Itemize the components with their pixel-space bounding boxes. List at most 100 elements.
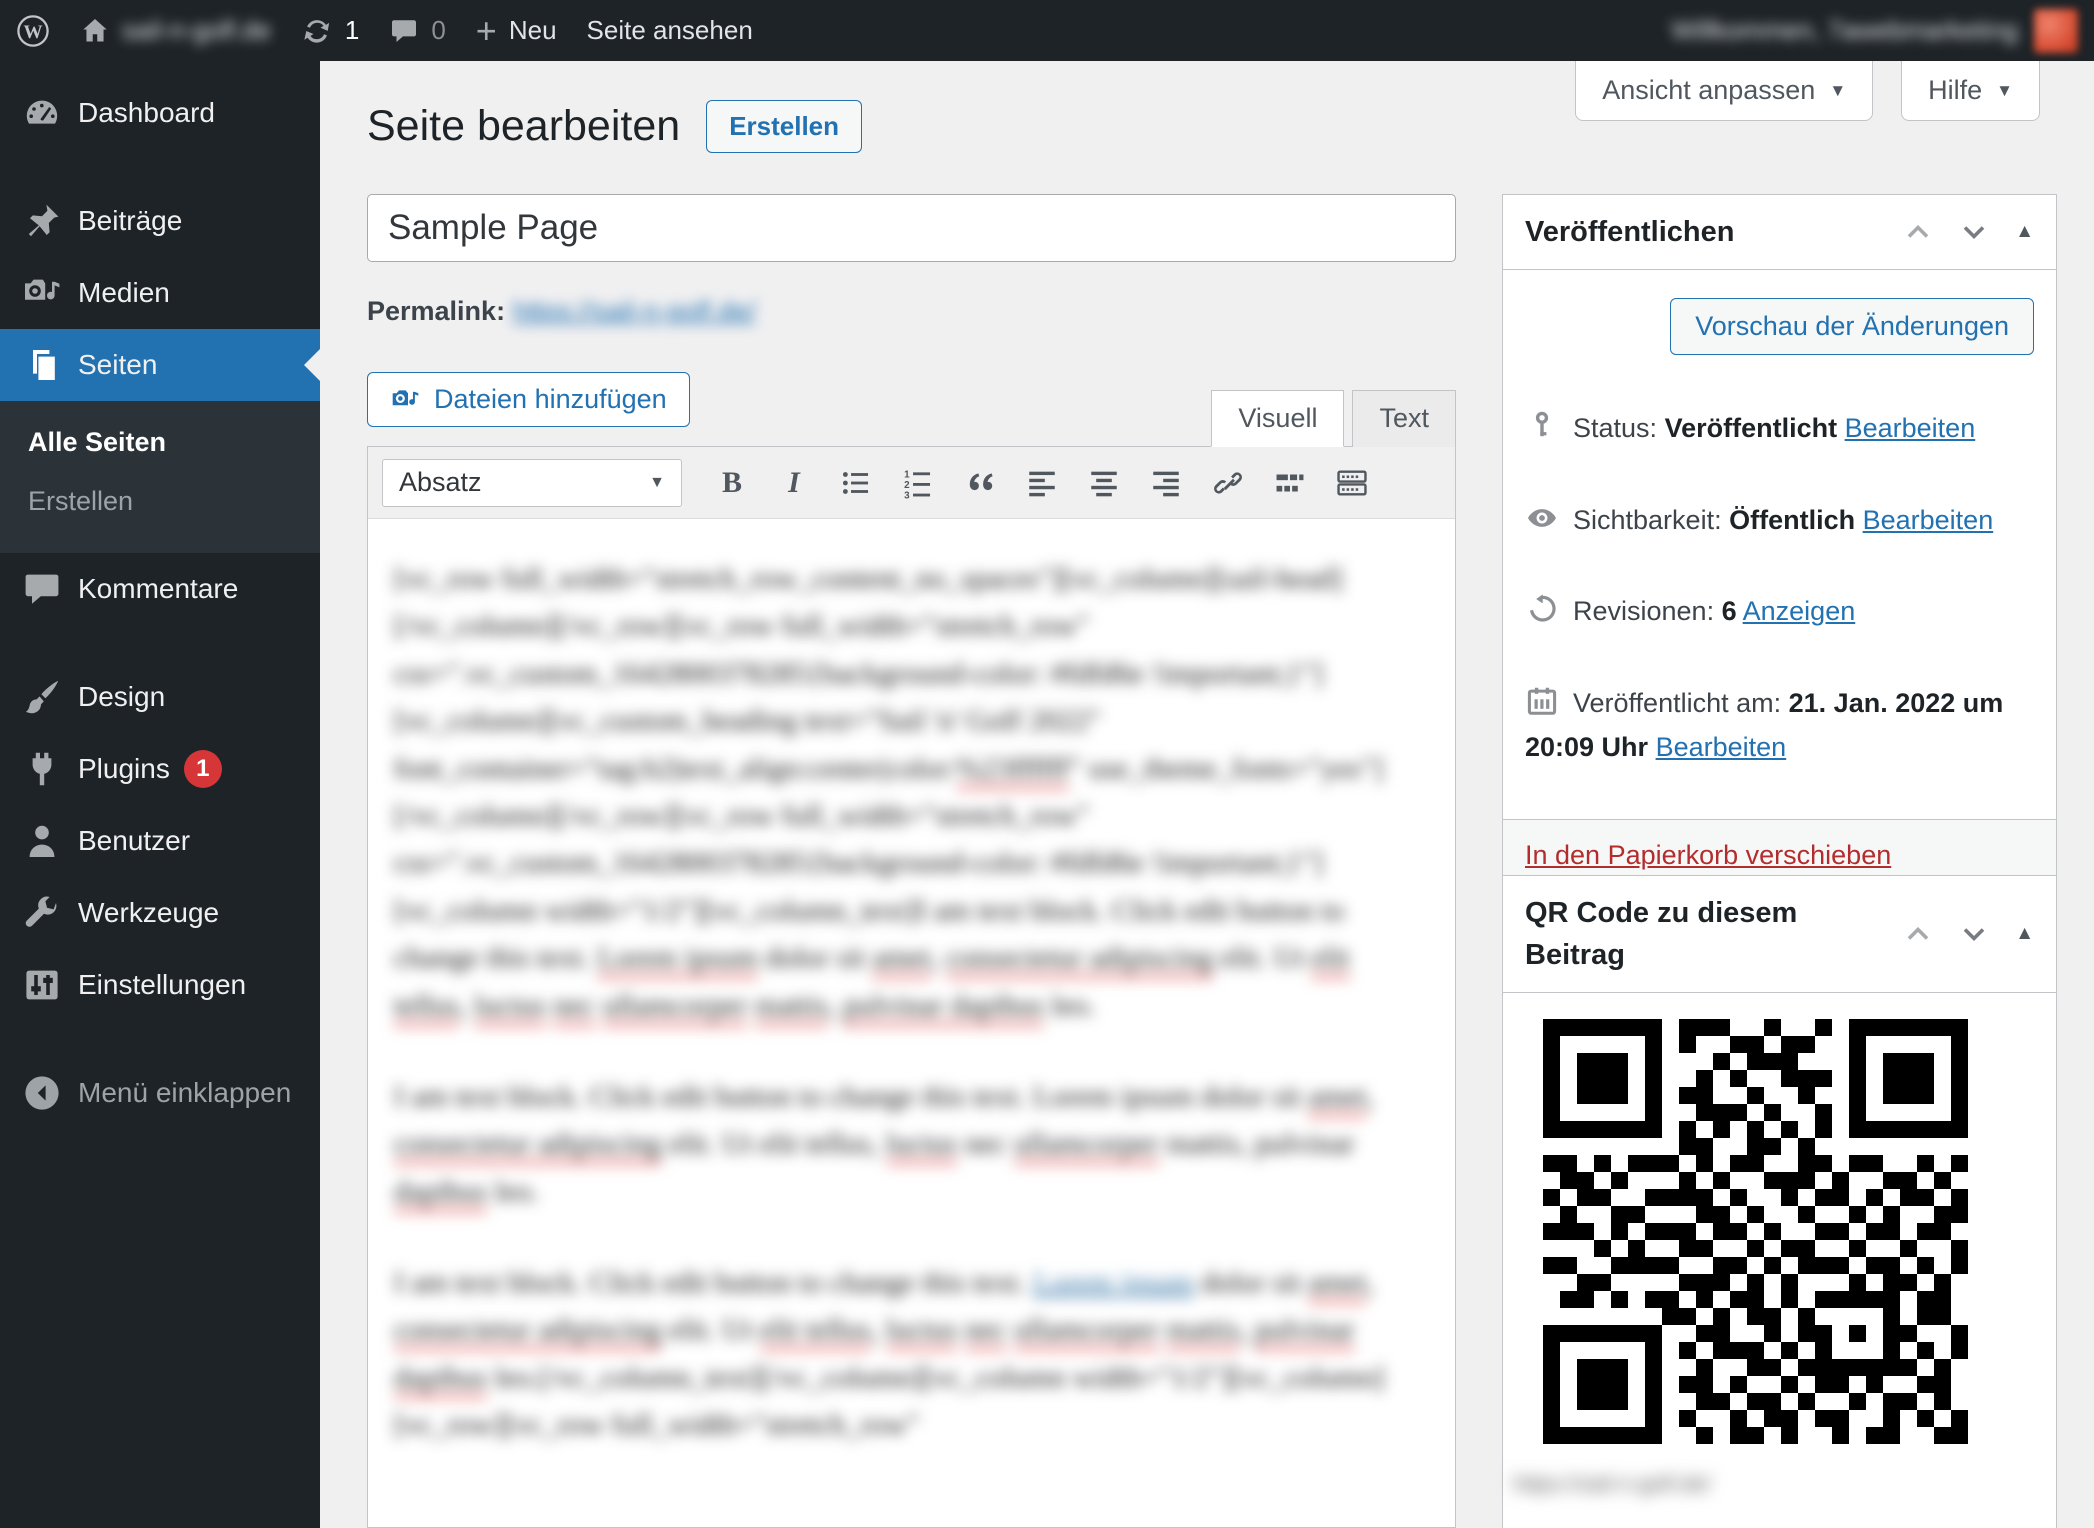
- editor-paragraph-blurred: [vc_row full_width="stretch_row_content_…: [394, 555, 1429, 1029]
- view-page-label: Seite ansehen: [586, 15, 753, 45]
- post-title-input[interactable]: [367, 194, 1456, 262]
- pages-icon: [22, 345, 62, 385]
- blockquote-icon[interactable]: [954, 459, 1006, 507]
- sidebar-item-label: Seiten: [78, 349, 158, 380]
- brush-icon: [22, 677, 62, 717]
- comments-menu[interactable]: 0: [389, 15, 446, 46]
- qr-caption: https://sail-n-golf.de/: [1513, 1471, 1712, 1497]
- row-edit-link[interactable]: Bearbeiten: [1656, 732, 1787, 762]
- comments-count: 0: [431, 15, 446, 45]
- view-page-menu[interactable]: Seite ansehen: [587, 15, 753, 46]
- preview-changes-button[interactable]: Vorschau der Änderungen: [1670, 298, 2034, 356]
- plus-icon: +: [475, 9, 497, 51]
- site-menu[interactable]: sail-n-golf.de: [80, 15, 271, 46]
- editor-paragraph-blurred: I am text block. Click edit button to ch…: [394, 1073, 1429, 1215]
- plugin-icon: [22, 749, 62, 789]
- move-to-trash-link[interactable]: In den Papierkorb verschieben: [1525, 840, 1891, 871]
- numbered-list-icon[interactable]: 123: [892, 459, 944, 507]
- help-label: Hilfe: [1928, 75, 1983, 105]
- move-up-icon[interactable]: [1903, 217, 1933, 247]
- updates-menu[interactable]: 1: [301, 15, 359, 47]
- italic-button[interactable]: I: [768, 459, 820, 507]
- publish-row-veröffentlichtam: Veröffentlicht am: 21. Jan. 2022 um 20:0…: [1503, 665, 2056, 774]
- menu-separator: [0, 149, 320, 185]
- permalink-row: Permalink: https://sail-n-golf.de/: [367, 296, 756, 327]
- link-icon[interactable]: [1202, 459, 1254, 507]
- chevron-down-icon: ▼: [1996, 80, 2013, 100]
- sidebar-subitem-alle-seiten[interactable]: Alle Seiten: [0, 413, 320, 472]
- add-media-button[interactable]: Dateien hinzufügen: [367, 372, 690, 427]
- sidebar-item-collapse[interactable]: Menü einklappen: [0, 1057, 320, 1129]
- add-media-label: Dateien hinzufügen: [434, 384, 667, 414]
- align-right-icon[interactable]: [1140, 459, 1192, 507]
- editor-content[interactable]: [vc_row full_width="stretch_row_content_…: [368, 519, 1455, 1527]
- menu-separator: [0, 625, 320, 661]
- publish-row-sichtbarkeit: Sichtbarkeit: Öffentlich Bearbeiten: [1503, 482, 2056, 547]
- screen-options-button[interactable]: Ansicht anpassen ▼: [1575, 61, 1874, 121]
- bold-button[interactable]: B: [706, 459, 758, 507]
- row-edit-link[interactable]: Bearbeiten: [1845, 413, 1976, 443]
- row-value: 6: [1721, 596, 1737, 627]
- home-icon: [80, 16, 110, 46]
- sidebar-item-label: Dashboard: [78, 97, 215, 128]
- calendar-icon: [1525, 684, 1559, 718]
- permalink-label: Permalink:: [367, 296, 506, 326]
- svg-text:2: 2: [904, 479, 910, 490]
- editor-mode-tabs: Visuell Text: [1203, 390, 1456, 447]
- sidebar-subitem-erstellen[interactable]: Erstellen: [0, 472, 320, 531]
- avatar[interactable]: [2034, 8, 2078, 53]
- editor-tab-visuell[interactable]: Visuell: [1211, 390, 1345, 447]
- help-button[interactable]: Hilfe ▼: [1901, 61, 2040, 121]
- sidebar-item-label: Plugins: [78, 753, 170, 784]
- sidebar-item-label: Kommentare: [78, 573, 239, 604]
- editor-tab-text[interactable]: Text: [1352, 390, 1456, 447]
- align-center-icon[interactable]: [1078, 459, 1130, 507]
- editor-toolbar: Absatz ▼ B I 123: [368, 447, 1455, 519]
- add-new-page-button[interactable]: Erstellen: [706, 100, 863, 153]
- media-icon: [390, 385, 420, 415]
- wordpress-logo-icon: W: [16, 14, 50, 48]
- sidebar-item-label: Medien: [78, 277, 170, 308]
- sidebar-item-users[interactable]: Benutzer: [0, 805, 320, 877]
- more-tag-icon[interactable]: [1264, 459, 1316, 507]
- bullet-list-icon[interactable]: [830, 459, 882, 507]
- toolbar-toggle-icon[interactable]: [1326, 459, 1378, 507]
- paragraph-format-select[interactable]: Absatz ▼: [382, 458, 682, 507]
- row-edit-link[interactable]: Anzeigen: [1743, 596, 1856, 626]
- publish-panel-title: Veröffentlichen: [1525, 216, 1735, 248]
- sidebar-submenu: Alle Seiten Erstellen: [0, 401, 320, 553]
- sidebar-item-dashboard[interactable]: Dashboard: [0, 77, 320, 149]
- row-label: Veröffentlicht am:: [1573, 687, 1782, 718]
- collapse-panel-icon[interactable]: ▲: [2015, 923, 2034, 945]
- menu-separator: [0, 1021, 320, 1057]
- updates-count: 1: [344, 15, 360, 45]
- sidebar-item-tools[interactable]: Werkzeuge: [0, 877, 320, 949]
- sidebar-item-posts[interactable]: Beiträge: [0, 185, 320, 257]
- sidebar-item-media[interactable]: Medien: [0, 257, 320, 329]
- user-greeting[interactable]: Willkommen, 7awebmarketing: [1671, 15, 2018, 46]
- wordpress-logo-menu[interactable]: W: [16, 14, 50, 48]
- updates-icon: [301, 15, 333, 47]
- sidebar-item-settings[interactable]: Einstellungen: [0, 949, 320, 1021]
- collapse-panel-icon[interactable]: ▲: [2015, 221, 2034, 243]
- publish-row-status: Status: Veröffentlicht Bearbeiten: [1503, 390, 2056, 455]
- new-content-menu[interactable]: + Neu: [475, 9, 557, 51]
- sidebar-item-design[interactable]: Design: [0, 661, 320, 733]
- admin-sidebar: Dashboard Beiträge Medien Seiten Alle Seiten…: [0, 61, 320, 1528]
- sidebar-item-plugins[interactable]: Plugins 1: [0, 733, 320, 805]
- collapse-icon: [22, 1073, 62, 1113]
- revisions-icon: [1525, 592, 1559, 626]
- move-down-icon[interactable]: [1959, 217, 1989, 247]
- sidebar-item-pages[interactable]: Seiten: [0, 329, 320, 401]
- user-icon: [22, 821, 62, 861]
- chevron-down-icon: ▼: [649, 473, 665, 491]
- sidebar-item-comments[interactable]: Kommentare: [0, 553, 320, 625]
- move-down-icon[interactable]: [1959, 919, 1989, 949]
- move-up-icon[interactable]: [1903, 919, 1933, 949]
- permalink-link[interactable]: https://sail-n-golf.de/: [513, 296, 756, 327]
- settings-icon: [22, 965, 62, 1005]
- align-left-icon[interactable]: [1016, 459, 1068, 507]
- media-icon: [22, 273, 62, 313]
- qr-panel-title: QR Code zu diesem Beitrag: [1525, 897, 1798, 972]
- row-edit-link[interactable]: Bearbeiten: [1863, 505, 1994, 535]
